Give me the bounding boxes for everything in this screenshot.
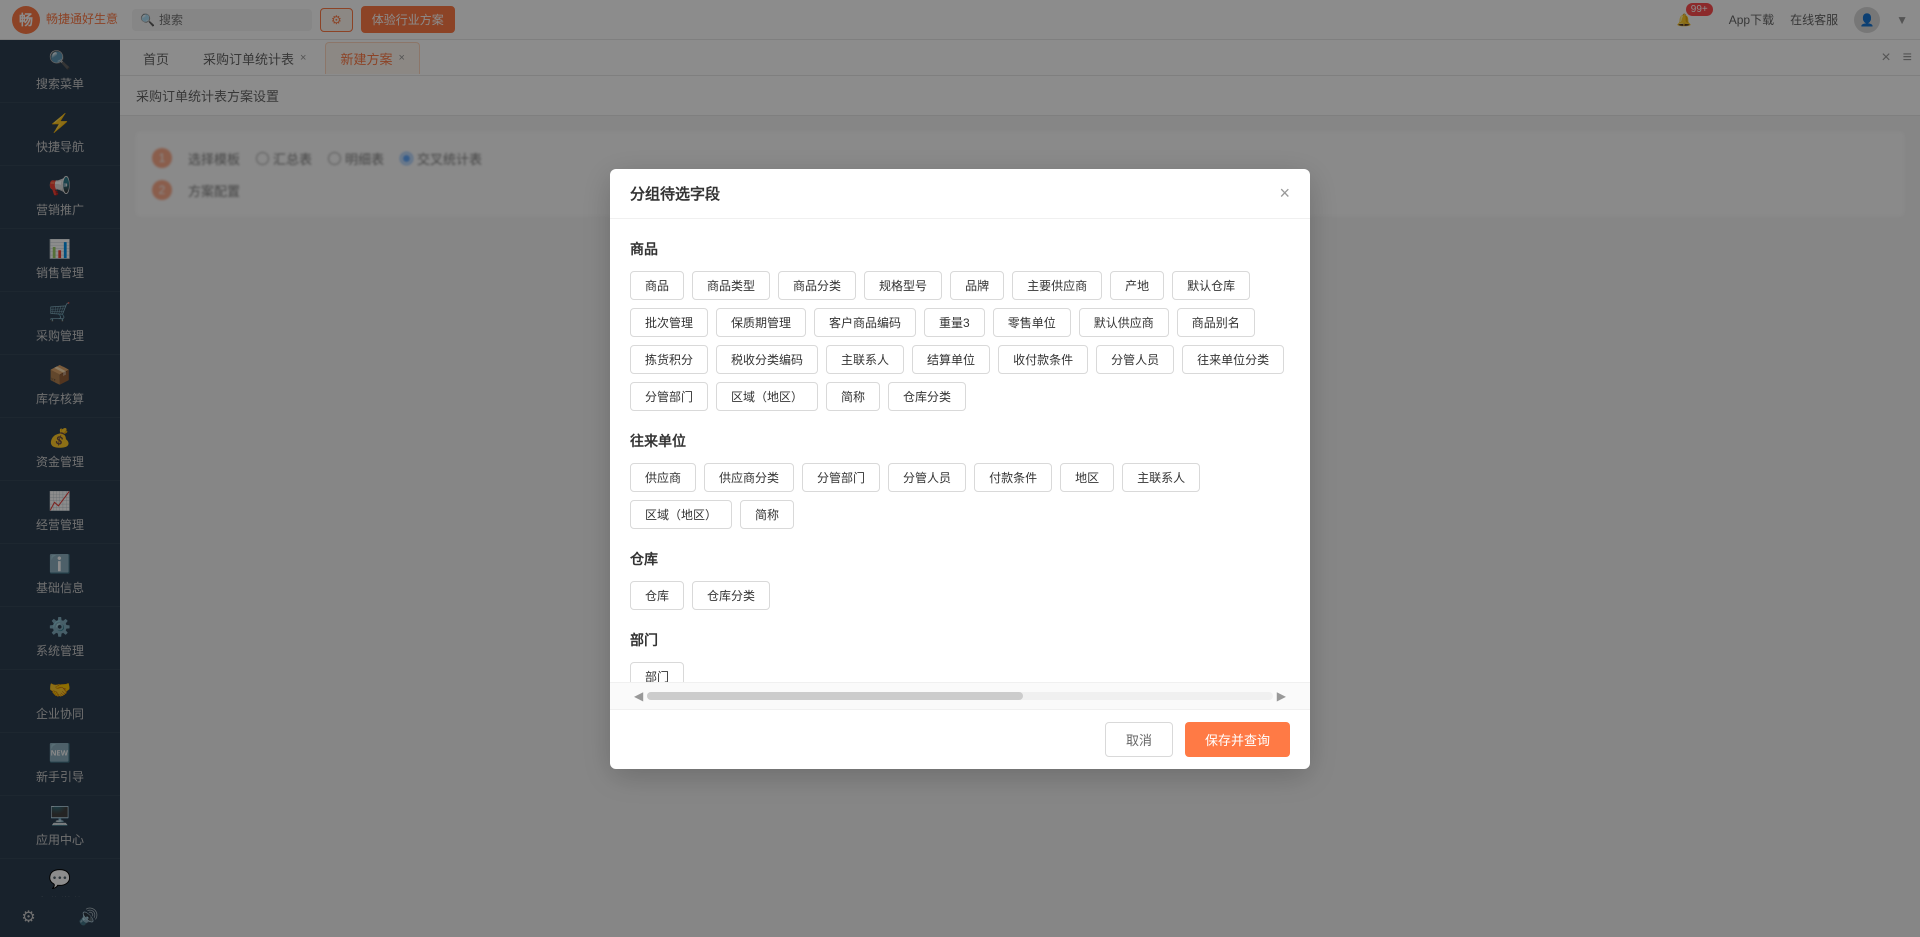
field-tag[interactable]: 默认仓库 bbox=[1172, 271, 1250, 300]
field-tag[interactable]: 商品 bbox=[630, 271, 684, 300]
field-grid-warehouse: 仓库 仓库分类 bbox=[630, 581, 1290, 610]
field-tag[interactable]: 规格型号 bbox=[864, 271, 942, 300]
confirm-button[interactable]: 保存并查询 bbox=[1185, 722, 1290, 757]
field-tag[interactable]: 分管人员 bbox=[888, 463, 966, 492]
field-grid-goods: 商品 商品类型 商品分类 规格型号 品牌 主要供应商 产地 默认仓库 批次管理 … bbox=[630, 271, 1290, 411]
field-tag[interactable]: 客户商品编码 bbox=[814, 308, 916, 337]
field-tag[interactable]: 主联系人 bbox=[1122, 463, 1200, 492]
section-title-partner: 往来单位 bbox=[630, 431, 1290, 451]
field-tag[interactable]: 简称 bbox=[826, 382, 880, 411]
field-tag[interactable]: 重量3 bbox=[924, 308, 985, 337]
field-tag[interactable]: 税收分类编码 bbox=[716, 345, 818, 374]
field-tag[interactable]: 零售单位 bbox=[993, 308, 1071, 337]
horizontal-scrollbar[interactable] bbox=[647, 692, 1273, 700]
section-title-department: 部门 bbox=[630, 630, 1290, 650]
field-tag[interactable]: 往来单位分类 bbox=[1182, 345, 1284, 374]
field-grid-partner: 供应商 供应商分类 分管部门 分管人员 付款条件 地区 主联系人 区域（地区） … bbox=[630, 463, 1290, 529]
modal-header: 分组待选字段 × bbox=[610, 169, 1310, 219]
cancel-button[interactable]: 取消 bbox=[1105, 722, 1173, 757]
field-tag[interactable]: 区域（地区） bbox=[630, 500, 732, 529]
modal-body: 商品 商品 商品类型 商品分类 规格型号 品牌 主要供应商 产地 默认仓库 批次… bbox=[610, 219, 1310, 682]
field-tag[interactable]: 批次管理 bbox=[630, 308, 708, 337]
field-tag[interactable]: 拣货积分 bbox=[630, 345, 708, 374]
field-tag[interactable]: 仓库 bbox=[630, 581, 684, 610]
field-tag[interactable]: 仓库分类 bbox=[692, 581, 770, 610]
modal-overlay: 分组待选字段 × 商品 商品 商品类型 商品分类 规格型号 品牌 主要供应商 产… bbox=[0, 0, 1920, 937]
section-title-warehouse: 仓库 bbox=[630, 549, 1290, 569]
modal-dialog: 分组待选字段 × 商品 商品 商品类型 商品分类 规格型号 品牌 主要供应商 产… bbox=[610, 169, 1310, 769]
field-tag[interactable]: 分管部门 bbox=[630, 382, 708, 411]
field-tag[interactable]: 地区 bbox=[1060, 463, 1114, 492]
field-tag[interactable]: 产地 bbox=[1110, 271, 1164, 300]
field-tag[interactable]: 结算单位 bbox=[912, 345, 990, 374]
field-tag[interactable]: 简称 bbox=[740, 500, 794, 529]
modal-footer: 取消 保存并查询 bbox=[610, 709, 1310, 769]
scrollbar-thumb bbox=[647, 692, 1022, 700]
field-tag[interactable]: 付款条件 bbox=[974, 463, 1052, 492]
field-tag[interactable]: 仓库分类 bbox=[888, 382, 966, 411]
field-tag[interactable]: 部门 bbox=[630, 662, 684, 682]
field-tag[interactable]: 商品类型 bbox=[692, 271, 770, 300]
field-tag[interactable]: 默认供应商 bbox=[1079, 308, 1169, 337]
section-title-goods: 商品 bbox=[630, 239, 1290, 259]
field-tag[interactable]: 供应商分类 bbox=[704, 463, 794, 492]
field-tag[interactable]: 主联系人 bbox=[826, 345, 904, 374]
modal-title: 分组待选字段 bbox=[630, 183, 720, 204]
field-tag[interactable]: 保质期管理 bbox=[716, 308, 806, 337]
field-tag[interactable]: 品牌 bbox=[950, 271, 1004, 300]
modal-scrollbar-area: ◀ ▶ bbox=[610, 682, 1310, 709]
field-tag[interactable]: 分管人员 bbox=[1096, 345, 1174, 374]
field-tag[interactable]: 商品别名 bbox=[1177, 308, 1255, 337]
field-tag[interactable]: 区域（地区） bbox=[716, 382, 818, 411]
modal-close-button[interactable]: × bbox=[1279, 184, 1290, 202]
field-tag[interactable]: 供应商 bbox=[630, 463, 696, 492]
scroll-right-arrow[interactable]: ▶ bbox=[1273, 689, 1290, 703]
field-tag[interactable]: 收付款条件 bbox=[998, 345, 1088, 374]
field-grid-department: 部门 bbox=[630, 662, 1290, 682]
field-tag[interactable]: 主要供应商 bbox=[1012, 271, 1102, 300]
field-tag[interactable]: 分管部门 bbox=[802, 463, 880, 492]
field-tag[interactable]: 商品分类 bbox=[778, 271, 856, 300]
scroll-left-arrow[interactable]: ◀ bbox=[630, 689, 647, 703]
